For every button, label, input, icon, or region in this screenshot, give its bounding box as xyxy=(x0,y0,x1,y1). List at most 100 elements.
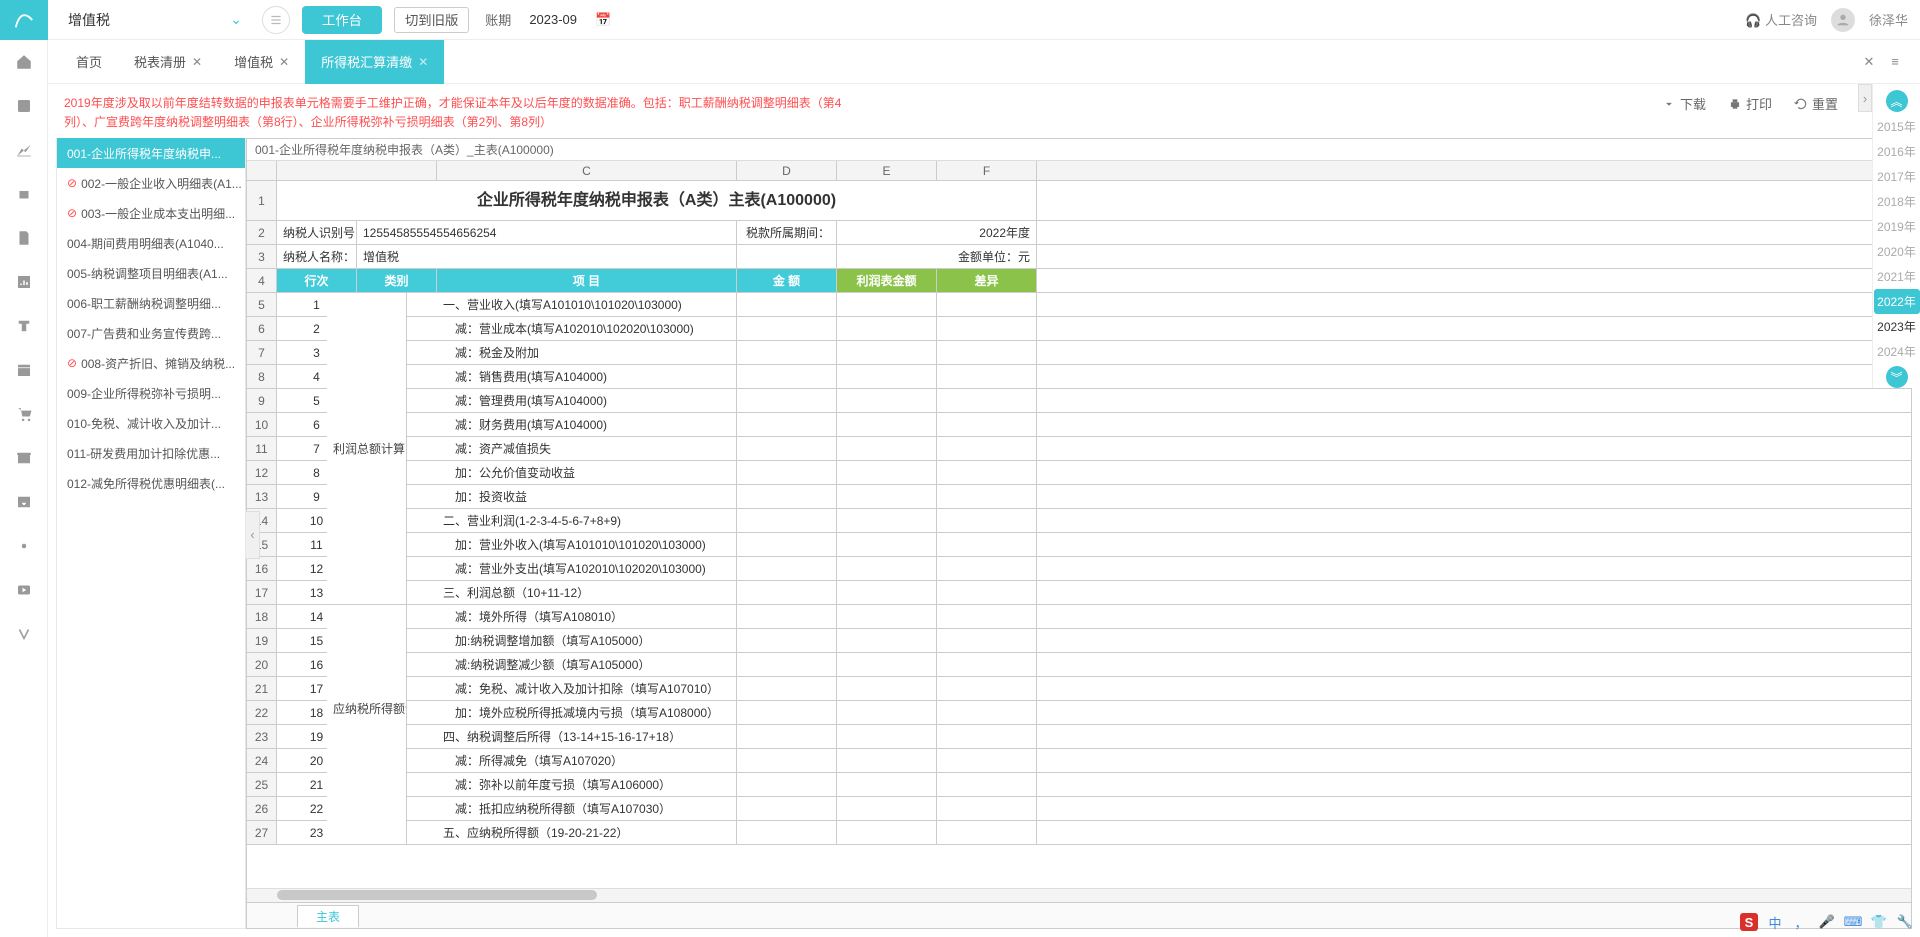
pl-amount-cell[interactable] xyxy=(837,533,937,556)
ime-lang-icon[interactable]: 中 xyxy=(1766,913,1784,931)
list-icon-button[interactable] xyxy=(262,6,290,34)
year-scroll-up-icon[interactable]: ︽ xyxy=(1886,90,1908,112)
diff-cell[interactable] xyxy=(937,629,1037,652)
ime-skin-icon[interactable]: 👕 xyxy=(1870,913,1888,931)
ime-voice-icon[interactable]: 🎤 xyxy=(1818,913,1836,931)
nav-video-icon[interactable] xyxy=(0,568,48,612)
switch-old-button[interactable]: 切到旧版 xyxy=(394,7,469,33)
year-item[interactable]: 2022年 xyxy=(1874,289,1920,314)
amount-cell[interactable] xyxy=(737,533,837,556)
diff-cell[interactable] xyxy=(937,821,1037,844)
org-selector[interactable]: 增值税 ⌄ xyxy=(60,10,250,30)
diff-cell[interactable] xyxy=(937,605,1037,628)
nav-cart-icon[interactable] xyxy=(0,392,48,436)
year-item[interactable]: 2016年 xyxy=(1874,139,1920,164)
workbench-button[interactable]: 工作台 xyxy=(302,6,382,34)
nav-archive-icon[interactable] xyxy=(0,436,48,480)
diff-cell[interactable] xyxy=(937,701,1037,724)
pl-amount-cell[interactable] xyxy=(837,485,937,508)
download-button[interactable]: 下载 xyxy=(1662,94,1706,113)
amount-cell[interactable] xyxy=(737,317,837,340)
pl-amount-cell[interactable] xyxy=(837,317,937,340)
ime-logo-icon[interactable]: S xyxy=(1740,913,1758,931)
close-window-icon[interactable]: ✕ xyxy=(1856,49,1882,75)
diff-cell[interactable] xyxy=(937,677,1037,700)
pl-amount-cell[interactable] xyxy=(837,797,937,820)
amount-cell[interactable] xyxy=(737,725,837,748)
amount-cell[interactable] xyxy=(737,797,837,820)
forms-list-item[interactable]: ⊘008-资产折旧、摊销及纳税... xyxy=(57,348,245,378)
diff-cell[interactable] xyxy=(937,749,1037,772)
tab-item[interactable]: 增值税✕ xyxy=(218,40,305,84)
tab-item[interactable]: 所得税汇算清缴✕ xyxy=(305,40,444,84)
close-icon[interactable]: ✕ xyxy=(192,55,202,69)
ime-keyboard-icon[interactable]: ⌨ xyxy=(1844,913,1862,931)
year-item[interactable]: 2019年 xyxy=(1874,214,1920,239)
amount-cell[interactable] xyxy=(737,413,837,436)
consult-link[interactable]: 🎧 人工咨询 xyxy=(1745,10,1817,29)
grid-body[interactable]: 1企业所得税年度纳税申报表（A类）主表(A100000)2纳税人识别号：1255… xyxy=(247,181,1911,888)
amount-cell[interactable] xyxy=(737,677,837,700)
calendar-icon[interactable]: 📅 xyxy=(595,12,611,28)
ime-punct-icon[interactable]: ， xyxy=(1792,913,1810,931)
pl-amount-cell[interactable] xyxy=(837,557,937,580)
year-item[interactable]: 2015年 xyxy=(1874,114,1920,139)
diff-cell[interactable] xyxy=(937,797,1037,820)
diff-cell[interactable] xyxy=(937,365,1037,388)
nav-ledger-icon[interactable] xyxy=(0,84,48,128)
amount-cell[interactable] xyxy=(737,293,837,316)
pl-amount-cell[interactable] xyxy=(837,605,937,628)
amount-cell[interactable] xyxy=(737,461,837,484)
diff-cell[interactable] xyxy=(937,581,1037,604)
amount-cell[interactable] xyxy=(737,485,837,508)
pl-amount-cell[interactable] xyxy=(837,653,937,676)
pl-amount-cell[interactable] xyxy=(837,749,937,772)
pl-amount-cell[interactable] xyxy=(837,461,937,484)
amount-cell[interactable] xyxy=(737,365,837,388)
forms-list-item[interactable]: 005-纳税调整项目明细表(A1... xyxy=(57,258,245,288)
pl-amount-cell[interactable] xyxy=(837,725,937,748)
diff-cell[interactable] xyxy=(937,413,1037,436)
amount-cell[interactable] xyxy=(737,581,837,604)
pl-amount-cell[interactable] xyxy=(837,821,937,844)
close-icon[interactable]: ✕ xyxy=(418,55,428,69)
amount-cell[interactable] xyxy=(737,653,837,676)
pl-amount-cell[interactable] xyxy=(837,389,937,412)
horizontal-scrollbar[interactable] xyxy=(247,888,1911,902)
forms-list-item[interactable]: 011-研发费用加计扣除优惠... xyxy=(57,438,245,468)
diff-cell[interactable] xyxy=(937,437,1037,460)
diff-cell[interactable] xyxy=(937,773,1037,796)
diff-cell[interactable] xyxy=(937,389,1037,412)
year-item[interactable]: 2018年 xyxy=(1874,189,1920,214)
amount-cell[interactable] xyxy=(737,341,837,364)
diff-cell[interactable] xyxy=(937,341,1037,364)
nav-report-icon[interactable] xyxy=(0,260,48,304)
reset-button[interactable]: 重置 xyxy=(1794,94,1838,113)
pl-amount-cell[interactable] xyxy=(837,581,937,604)
print-button[interactable]: 打印 xyxy=(1728,94,1772,113)
nav-home-icon[interactable] xyxy=(0,40,48,84)
nav-inbox-icon[interactable] xyxy=(0,480,48,524)
pl-amount-cell[interactable] xyxy=(837,437,937,460)
amount-cell[interactable] xyxy=(737,509,837,532)
pl-amount-cell[interactable] xyxy=(837,365,937,388)
tab-item[interactable]: 首页 xyxy=(60,40,118,84)
diff-cell[interactable] xyxy=(937,653,1037,676)
pl-amount-cell[interactable] xyxy=(837,293,937,316)
pl-amount-cell[interactable] xyxy=(837,629,937,652)
year-item[interactable]: 2023年 xyxy=(1874,314,1920,339)
avatar-icon[interactable] xyxy=(1831,8,1855,32)
pl-amount-cell[interactable] xyxy=(837,677,937,700)
year-item[interactable]: 2021年 xyxy=(1874,264,1920,289)
amount-cell[interactable] xyxy=(737,437,837,460)
nav-chart-icon[interactable] xyxy=(0,128,48,172)
amount-cell[interactable] xyxy=(737,557,837,580)
nav-v-icon[interactable] xyxy=(0,612,48,656)
diff-cell[interactable] xyxy=(937,725,1037,748)
expand-right-icon[interactable]: › xyxy=(1858,84,1872,112)
diff-cell[interactable] xyxy=(937,293,1037,316)
amount-cell[interactable] xyxy=(737,773,837,796)
nav-doc-icon[interactable] xyxy=(0,216,48,260)
diff-cell[interactable] xyxy=(937,509,1037,532)
amount-cell[interactable] xyxy=(737,605,837,628)
